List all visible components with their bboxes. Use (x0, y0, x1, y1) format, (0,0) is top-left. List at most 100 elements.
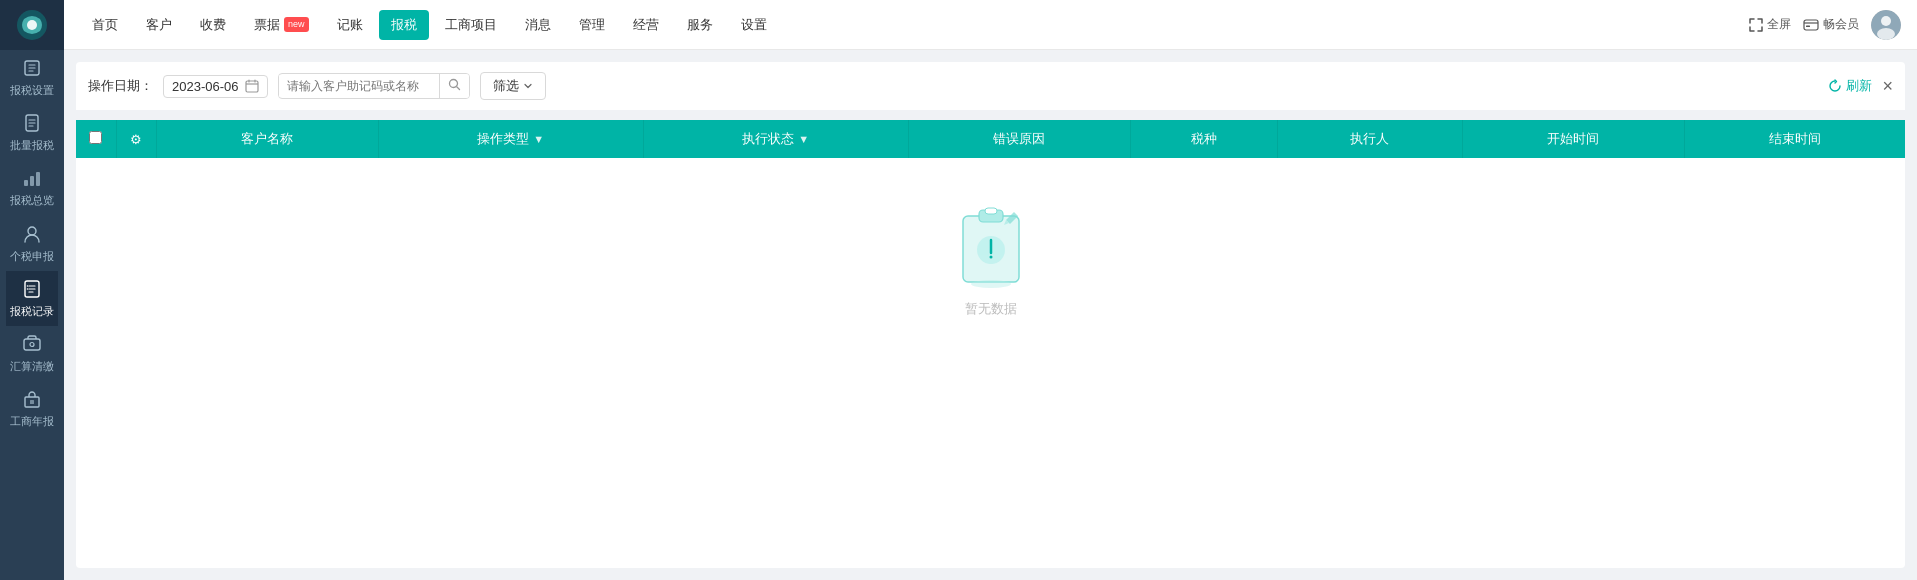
svg-point-7 (28, 227, 36, 235)
data-table: ⚙客户名称操作类型▼执行状态▼错误原因税种执行人开始时间结束时间 (76, 120, 1905, 358)
svg-rect-11 (24, 339, 40, 350)
sidebar-label-baoshui-shezhi: 报税设置 (10, 84, 54, 97)
sidebar-logo (0, 0, 64, 50)
search-icon (448, 78, 461, 91)
th-tax_type: 税种 (1130, 120, 1277, 158)
nav-label-fuwu: 服务 (687, 16, 713, 34)
sidebar-label-huisuan-jiaona: 汇算清缴 (10, 360, 54, 373)
sidebar-item-piliang-baoshui[interactable]: 批量报税 (6, 105, 58, 160)
filter-button[interactable]: 筛选 (480, 72, 546, 100)
sidebar-label-piliang-baoshui: 批量报税 (10, 139, 54, 152)
svg-rect-4 (24, 180, 28, 186)
calendar-icon (245, 79, 259, 93)
svg-rect-6 (36, 172, 40, 186)
svg-rect-15 (1804, 20, 1818, 30)
svg-point-12 (30, 342, 34, 346)
th-start_time: 开始时间 (1462, 120, 1684, 158)
nav-label-customer: 客户 (146, 16, 172, 34)
th-label-operation_type: 操作类型 (477, 130, 529, 148)
empty-state: 暂无数据 (76, 158, 1905, 358)
svg-point-21 (449, 80, 457, 88)
baoshui-zonglun-icon (22, 168, 42, 191)
svg-rect-14 (30, 400, 34, 404)
baoshui-shezhi-icon (22, 58, 42, 81)
th-checkbox (76, 120, 116, 158)
sidebar-item-huisuan-jiaona[interactable]: 汇算清缴 (6, 326, 58, 381)
nav-item-customer[interactable]: 客户 (134, 10, 184, 40)
member-label: 畅会员 (1823, 16, 1859, 33)
refresh-button[interactable]: 刷新 (1828, 77, 1872, 95)
svg-rect-16 (1806, 25, 1810, 27)
toolbar: 操作日期： 2023-06-06 筛选 (76, 62, 1905, 110)
topnav: 首页客户收费票据new 记账 报税 工商项目 消息 管理 经营 服务 设置 全屏 畅会员 (64, 0, 1917, 50)
th-label-customer_name: 客户名称 (241, 130, 293, 148)
nav-item-shoufei[interactable]: 收费 (188, 10, 238, 40)
geshuishenb-icon (22, 224, 42, 247)
nav-item-jizhang[interactable]: 记账 (325, 10, 375, 40)
sidebar-item-baoshui-shezhi[interactable]: 报税设置 (6, 50, 58, 105)
sidebar-item-baoshui-jilu[interactable]: 报税记录 (6, 271, 58, 326)
sidebar-item-gongshangnianb[interactable]: 工商年报 (6, 381, 58, 436)
gear-icon[interactable]: ⚙ (130, 132, 142, 147)
piliang-baoshui-icon (22, 113, 42, 136)
user-avatar[interactable] (1871, 10, 1901, 40)
nav-label-guanli: 管理 (579, 16, 605, 34)
date-picker[interactable]: 2023-06-06 (163, 75, 268, 98)
svg-point-26 (989, 256, 992, 259)
th-gear: ⚙ (116, 120, 156, 158)
th-label-tax_type: 税种 (1191, 130, 1217, 148)
refresh-label: 刷新 (1846, 77, 1872, 95)
content-area: 操作日期： 2023-06-06 筛选 (64, 50, 1917, 580)
sidebar: 报税设置 批量报税 报税总览 个税申报 报税记录 汇算清缴 工商年报 (0, 0, 64, 580)
nav-label-jingying: 经营 (633, 16, 659, 34)
search-button[interactable] (439, 74, 469, 98)
th-exec_status: 执行状态 ▼ (643, 120, 908, 158)
fullscreen-icon (1749, 18, 1763, 32)
select-all-checkbox[interactable] (89, 131, 102, 144)
baoshui-jilu-icon (22, 279, 42, 302)
nav-label-shezhi: 设置 (741, 16, 767, 34)
fullscreen-button[interactable]: 全屏 (1749, 16, 1791, 33)
svg-point-27 (971, 280, 1011, 288)
close-button[interactable]: × (1882, 77, 1893, 95)
date-label: 操作日期： (88, 77, 153, 95)
search-box[interactable] (278, 73, 470, 99)
nav-label-baoshui: 报税 (391, 16, 417, 34)
nav-item-shezhi[interactable]: 设置 (729, 10, 779, 40)
nav-item-xiaoxi[interactable]: 消息 (513, 10, 563, 40)
nav-item-gongshang[interactable]: 工商项目 (433, 10, 509, 40)
th-customer_name: 客户名称 (156, 120, 378, 158)
date-value: 2023-06-06 (172, 79, 239, 94)
topnav-right: 全屏 畅会员 (1749, 10, 1901, 40)
svg-point-10 (27, 288, 29, 290)
nav-label-jizhang: 记账 (337, 16, 363, 34)
fullscreen-label: 全屏 (1767, 16, 1791, 33)
svg-point-1 (27, 20, 37, 30)
svg-point-18 (1881, 16, 1891, 26)
nav-label-xiaoxi: 消息 (525, 16, 551, 34)
empty-text: 暂无数据 (965, 300, 1017, 318)
sidebar-item-baoshui-zonglun[interactable]: 报税总览 (6, 160, 58, 215)
filter-icon-exec_status[interactable]: ▼ (798, 133, 809, 145)
nav-item-piao[interactable]: 票据new (242, 10, 321, 40)
chevron-down-icon (523, 81, 533, 91)
member-button[interactable]: 畅会员 (1803, 16, 1859, 33)
search-input[interactable] (279, 75, 439, 97)
nav-item-jingying[interactable]: 经营 (621, 10, 671, 40)
th-label-executor: 执行人 (1350, 130, 1389, 148)
nav-item-guanli[interactable]: 管理 (567, 10, 617, 40)
th-label-start_time: 开始时间 (1547, 130, 1599, 148)
nav-item-home[interactable]: 首页 (80, 10, 130, 40)
th-error_reason: 错误原因 (908, 120, 1130, 158)
table-container: ⚙客户名称操作类型▼执行状态▼错误原因税种执行人开始时间结束时间 (76, 120, 1905, 568)
svg-point-9 (27, 285, 29, 287)
nav-item-baoshui[interactable]: 报税 (379, 10, 429, 40)
nav-label-gongshang: 工商项目 (445, 16, 497, 34)
filter-icon-operation_type[interactable]: ▼ (533, 133, 544, 145)
svg-rect-5 (30, 176, 34, 186)
nav-item-fuwu[interactable]: 服务 (675, 10, 725, 40)
sidebar-item-geshuishenb[interactable]: 个税申报 (6, 216, 58, 271)
th-label-exec_status: 执行状态 (742, 130, 794, 148)
svg-rect-20 (246, 81, 258, 92)
toolbar-right: 刷新 × (1828, 77, 1893, 95)
